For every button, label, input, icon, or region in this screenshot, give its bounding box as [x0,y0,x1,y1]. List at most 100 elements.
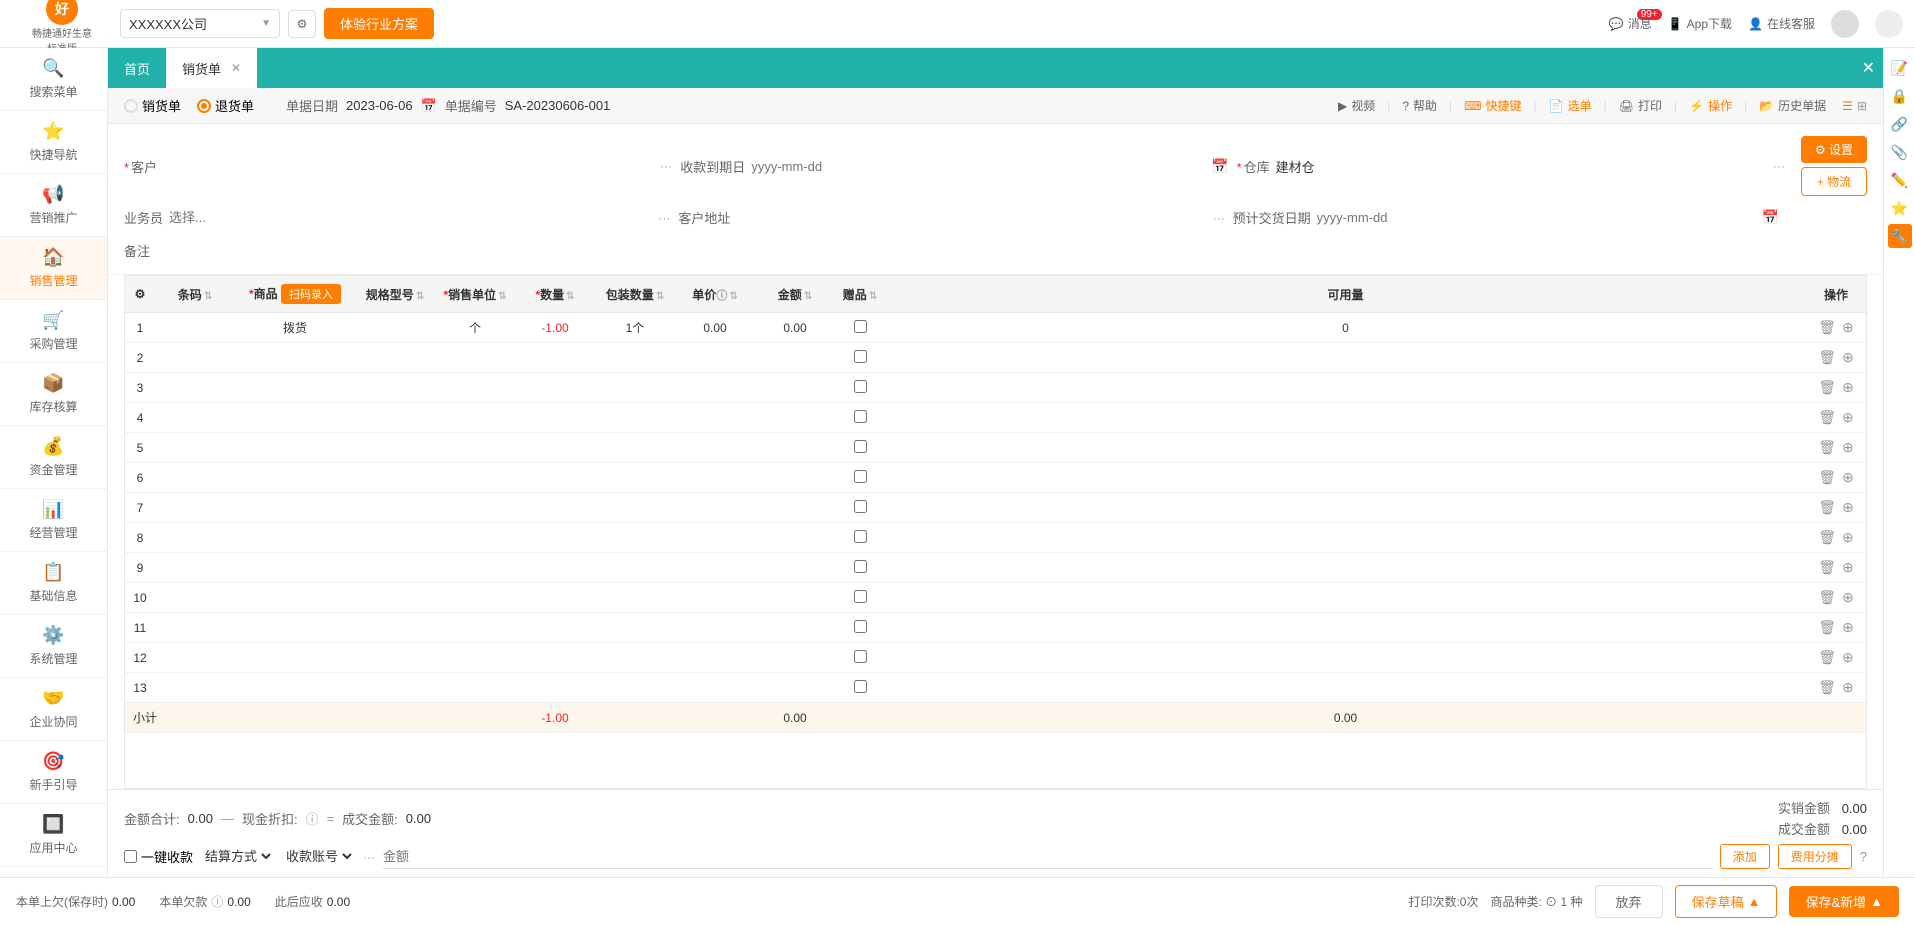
row-price[interactable] [675,493,755,523]
copy-icon[interactable]: ⊕ [1842,349,1854,366]
avatar-extra[interactable] [1875,10,1903,38]
toolbar-history[interactable]: 📂 历史单据 [1759,97,1826,114]
row-spec[interactable] [355,493,435,523]
delete-icon[interactable]: 🗑 [1818,439,1836,456]
delete-icon[interactable]: 🗑 [1818,529,1836,546]
row-product[interactable] [235,613,355,643]
row-barcode[interactable] [155,463,235,493]
salesperson-input[interactable] [169,206,652,229]
row-product[interactable] [235,493,355,523]
row-barcode[interactable] [155,313,235,343]
payment-amount-input[interactable] [383,845,1712,869]
row-price[interactable] [675,673,755,703]
copy-icon[interactable]: ⊕ [1842,379,1854,396]
sidebar-item-capital[interactable]: 💰 资金管理 [0,426,107,489]
row-gift[interactable] [835,463,885,493]
attachment-button[interactable]: 📎 [1888,140,1912,164]
row-product[interactable]: 拨货 [235,313,355,343]
toolbar-help[interactable]: ? 帮助 [1402,97,1437,114]
delete-icon[interactable]: 🗑 [1818,649,1836,666]
star-button[interactable]: ⭐ [1888,196,1912,220]
row-gift[interactable] [835,613,885,643]
row-barcode[interactable] [155,343,235,373]
row-qty[interactable] [515,673,595,703]
link-button[interactable]: 🔗 [1888,112,1912,136]
row-price[interactable] [675,523,755,553]
row-product[interactable] [235,343,355,373]
copy-icon[interactable]: ⊕ [1842,649,1854,666]
row-price[interactable] [675,553,755,583]
row-product[interactable] [235,403,355,433]
delete-icon[interactable]: 🗑 [1818,619,1836,636]
copy-icon[interactable]: ⊕ [1842,319,1854,336]
tab-close-icon[interactable]: ✕ [231,61,241,75]
scan-button[interactable]: 扫码录入 [281,284,341,304]
sidebar-item-operation[interactable]: 📊 经营管理 [0,489,107,552]
copy-icon[interactable]: ⊕ [1842,679,1854,696]
delete-icon[interactable]: 🗑 [1818,679,1836,696]
row-product[interactable] [235,433,355,463]
one-click-payment[interactable]: 一键收款 [124,847,193,866]
delete-icon[interactable]: 🗑 [1818,499,1836,516]
row-barcode[interactable] [155,433,235,463]
warehouse-input[interactable] [1276,155,1767,178]
row-spec[interactable] [355,673,435,703]
row-gift[interactable] [835,553,885,583]
sidebar-item-basic[interactable]: 📋 基础信息 [0,552,107,615]
toolbar-shortcut[interactable]: ⌨ 快捷键 [1464,97,1521,114]
tab-sales-order[interactable]: 销货单 ✕ [166,48,257,88]
payment-method-select[interactable]: 结算方式 [201,848,274,865]
col-settings[interactable]: ⚙ [125,276,155,313]
sidebar-item-guide[interactable]: 🎯 新手引导 [0,741,107,804]
copy-icon[interactable]: ⊕ [1842,589,1854,606]
row-spec[interactable] [355,553,435,583]
row-barcode[interactable] [155,553,235,583]
row-price[interactable] [675,613,755,643]
note-button[interactable]: 📝 [1888,56,1912,80]
copy-icon[interactable]: ⊕ [1842,619,1854,636]
row-product[interactable] [235,583,355,613]
close-window-icon[interactable]: ✕ [1862,58,1875,78]
one-click-checkbox[interactable] [124,850,137,863]
row-qty[interactable]: -1.00 [515,313,595,343]
row-product[interactable] [235,373,355,403]
row-gift[interactable] [835,673,885,703]
sidebar-item-enterprise[interactable]: 🤝 企业协同 [0,678,107,741]
due-date-input[interactable] [751,155,1205,178]
copy-icon[interactable]: ⊕ [1842,439,1854,456]
row-barcode[interactable] [155,613,235,643]
action-button[interactable]: 🔧 [1888,224,1912,248]
tab-home[interactable]: 首页 [108,48,166,88]
row-gift[interactable] [835,343,885,373]
copy-icon[interactable]: ⊕ [1842,529,1854,546]
view-toggle-grid[interactable]: ⊞ [1857,99,1867,113]
row-qty[interactable] [515,643,595,673]
sidebar-item-app-center[interactable]: 🔲 应用中心 [0,804,107,867]
due-help-icon[interactable]: ⓘ [211,893,223,910]
sidebar-item-marketing[interactable]: 📢 营销推广 [0,174,107,237]
delete-icon[interactable]: 🗑 [1818,319,1836,336]
lock-button[interactable]: 🔒 [1888,84,1912,108]
sidebar-item-sales[interactable]: 🏠 销售管理 [0,237,107,300]
sidebar-item-search[interactable]: 🔍 搜索菜单 [0,48,107,111]
warehouse-more-icon[interactable]: ··· [1773,159,1785,173]
remark-input[interactable] [158,239,1867,262]
address-more-icon[interactable]: ··· [1213,211,1225,225]
row-gift[interactable] [835,583,885,613]
expense-help-icon[interactable]: ? [1860,849,1867,864]
row-price[interactable] [675,643,755,673]
row-qty[interactable] [515,403,595,433]
row-spec[interactable] [355,613,435,643]
company-selector[interactable]: XXXXXX公司 ▼ [120,9,280,38]
radio-return-order[interactable]: 退货单 [197,96,254,115]
copy-icon[interactable]: ⊕ [1842,559,1854,576]
row-qty[interactable] [515,553,595,583]
row-product[interactable] [235,523,355,553]
row-spec[interactable] [355,463,435,493]
copy-icon[interactable]: ⊕ [1842,499,1854,516]
row-product[interactable] [235,553,355,583]
sidebar-item-purchase[interactable]: 🛒 采购管理 [0,300,107,363]
row-price[interactable]: 0.00 [675,313,755,343]
customer-more-icon[interactable]: ··· [660,159,672,173]
row-qty[interactable] [515,373,595,403]
